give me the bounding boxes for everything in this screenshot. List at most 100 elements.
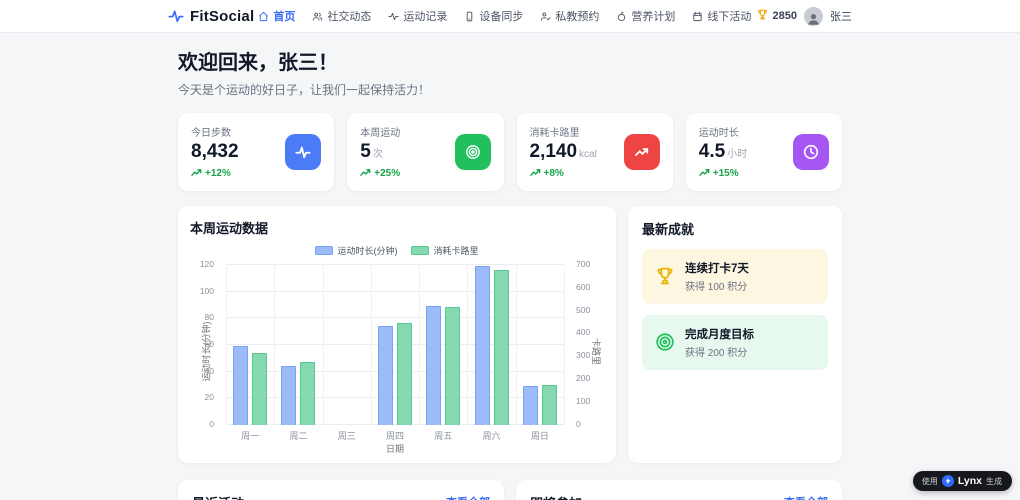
smartphone-icon	[464, 11, 475, 22]
gridline	[226, 264, 227, 425]
gridline	[226, 343, 564, 345]
home-icon	[258, 11, 269, 22]
axis-tick: 200	[576, 373, 591, 384]
axis-tick: 600	[576, 281, 591, 292]
stats-row: 今日步数 8,432 +12% 本周运动 5次 +25% 消耗卡路里 2,140…	[178, 113, 842, 191]
gridline	[226, 397, 564, 399]
nav-item-workouts[interactable]: 运动记录	[388, 8, 447, 24]
bar-duration	[233, 345, 249, 425]
gridline	[322, 264, 324, 425]
axis-tick: 100	[199, 285, 214, 296]
bar-duration	[426, 305, 442, 425]
gridline	[226, 423, 564, 425]
axis-tick: 0	[209, 418, 214, 429]
x-axis-tick: 周五	[434, 430, 453, 441]
bar-calories	[397, 323, 412, 425]
bar-duration	[522, 385, 538, 425]
x-axis-tick: 周四	[385, 430, 404, 441]
brand-logo[interactable]: FitSocial	[168, 8, 254, 25]
user-area: 2850 张三	[756, 6, 852, 26]
axis-tick: 500	[576, 304, 591, 315]
recent-activity-title: 最近活动	[192, 493, 244, 500]
bar-duration	[281, 365, 297, 425]
trophy-icon	[756, 8, 769, 24]
activity-icon	[388, 11, 399, 22]
x-axis-tick: 周三	[337, 430, 356, 441]
gridline	[226, 317, 564, 319]
legend-item-duration[interactable]: 运动时长(分钟)	[315, 244, 397, 257]
trend-badge: +8%	[529, 168, 597, 180]
stat-card-calories: 消耗卡路里 2,140 kcal +8%	[516, 113, 673, 191]
page-subtitle: 今天是个运动的好日子，让我们一起保持活力！	[178, 83, 431, 97]
clock-icon	[793, 133, 829, 170]
top-navbar: FitSocial 首页 社交动态 运动记录 设备同步 私教预约 营养计划 线下…	[0, 0, 1020, 33]
main-nav: 首页 社交动态 运动记录 设备同步 私教预约 营养计划 线下活动	[258, 8, 751, 24]
trophy-icon	[654, 265, 676, 287]
stat-card-duration: 运动时长 4.5 小时 +15%	[685, 113, 842, 191]
x-axis-tick: 周一	[241, 430, 260, 441]
lynx-badge[interactable]: 使用 Lynx 生成	[912, 471, 1012, 491]
pulse-logo-icon	[168, 8, 184, 24]
user-name[interactable]: 张三	[830, 8, 852, 24]
nav-item-nutrition[interactable]: 营养计划	[616, 8, 675, 24]
gridline	[515, 264, 517, 425]
bar-calories	[300, 361, 316, 425]
trend-up-icon	[529, 168, 541, 180]
page-title: 欢迎回来，张三！	[178, 52, 338, 74]
x-axis-ticks: 周一 周二 周三 周四 周五 周六 周日	[226, 429, 564, 442]
axis-tick: 400	[576, 327, 591, 338]
gridline	[226, 370, 564, 372]
x-axis-label: 日期	[385, 443, 404, 454]
nav-item-social[interactable]: 社交动态	[312, 8, 371, 24]
legend-item-calories[interactable]: 消耗卡路里	[411, 244, 479, 257]
achievement-item-goal[interactable]: 完成月度目标 获得 200 积分	[642, 314, 828, 370]
legend-swatch	[315, 245, 334, 255]
trainer-icon	[540, 11, 551, 22]
x-axis-tick: 周二	[289, 430, 308, 441]
nav-item-trainer[interactable]: 私教预约	[540, 8, 599, 24]
points-badge[interactable]: 2850	[756, 8, 797, 24]
axis-tick: 120	[199, 258, 214, 269]
target-icon	[654, 331, 676, 353]
gridline	[274, 264, 276, 425]
upcoming-events-card: 即将参加 查看全部	[516, 479, 842, 500]
view-all-link[interactable]: 查看全部	[784, 494, 828, 500]
bar-chart: 运动时长(分钟) 卡路里 0 20 40 60 80 100 120 0 100 200 300 4…	[190, 258, 604, 454]
users-icon	[312, 11, 323, 22]
gridline	[467, 264, 469, 425]
trend-badge: +12%	[191, 168, 241, 180]
view-all-link[interactable]: 查看全部	[446, 494, 490, 500]
gridline	[226, 263, 564, 265]
axis-tick: 20	[204, 392, 214, 403]
recent-activity-card: 最近活动 查看全部	[178, 479, 504, 500]
brand-name: FitSocial	[190, 7, 255, 25]
gridline	[419, 264, 421, 425]
achievements-title: 最新成就	[642, 221, 695, 237]
trend-up-icon	[360, 168, 371, 180]
trend-up-icon	[191, 168, 202, 180]
axis-tick: 700	[576, 258, 591, 269]
axis-tick: 40	[204, 365, 214, 376]
calendar-icon	[692, 11, 703, 22]
bar-duration	[378, 325, 393, 425]
x-axis-tick: 周日	[530, 430, 549, 441]
y-axis-ticks-left: 0 20 40 60 80 100 120	[190, 259, 220, 428]
upcoming-events-title: 即将参加	[530, 493, 582, 500]
bar-calories	[493, 270, 509, 425]
bar-calories	[541, 384, 557, 425]
nav-item-devices[interactable]: 设备同步	[464, 8, 523, 24]
target-icon	[454, 133, 491, 170]
chart-plot-area	[226, 263, 565, 425]
nav-item-home[interactable]: 首页	[258, 8, 295, 24]
x-axis-tick: 周六	[482, 430, 501, 441]
lynx-logo-icon	[941, 475, 954, 487]
nav-item-events[interactable]: 线下活动	[692, 8, 751, 24]
axis-tick: 60	[204, 338, 214, 349]
activity-icon	[285, 133, 322, 170]
trend-up-icon	[699, 168, 710, 180]
achievements-card: 最新成就 连续打卡7天 获得 100 积分 完成月度目标 获得 200 积分	[628, 205, 842, 463]
avatar[interactable]	[803, 6, 823, 26]
axis-tick: 80	[204, 312, 214, 323]
achievement-item-streak[interactable]: 连续打卡7天 获得 100 积分	[642, 248, 828, 304]
axis-tick: 100	[576, 396, 591, 407]
